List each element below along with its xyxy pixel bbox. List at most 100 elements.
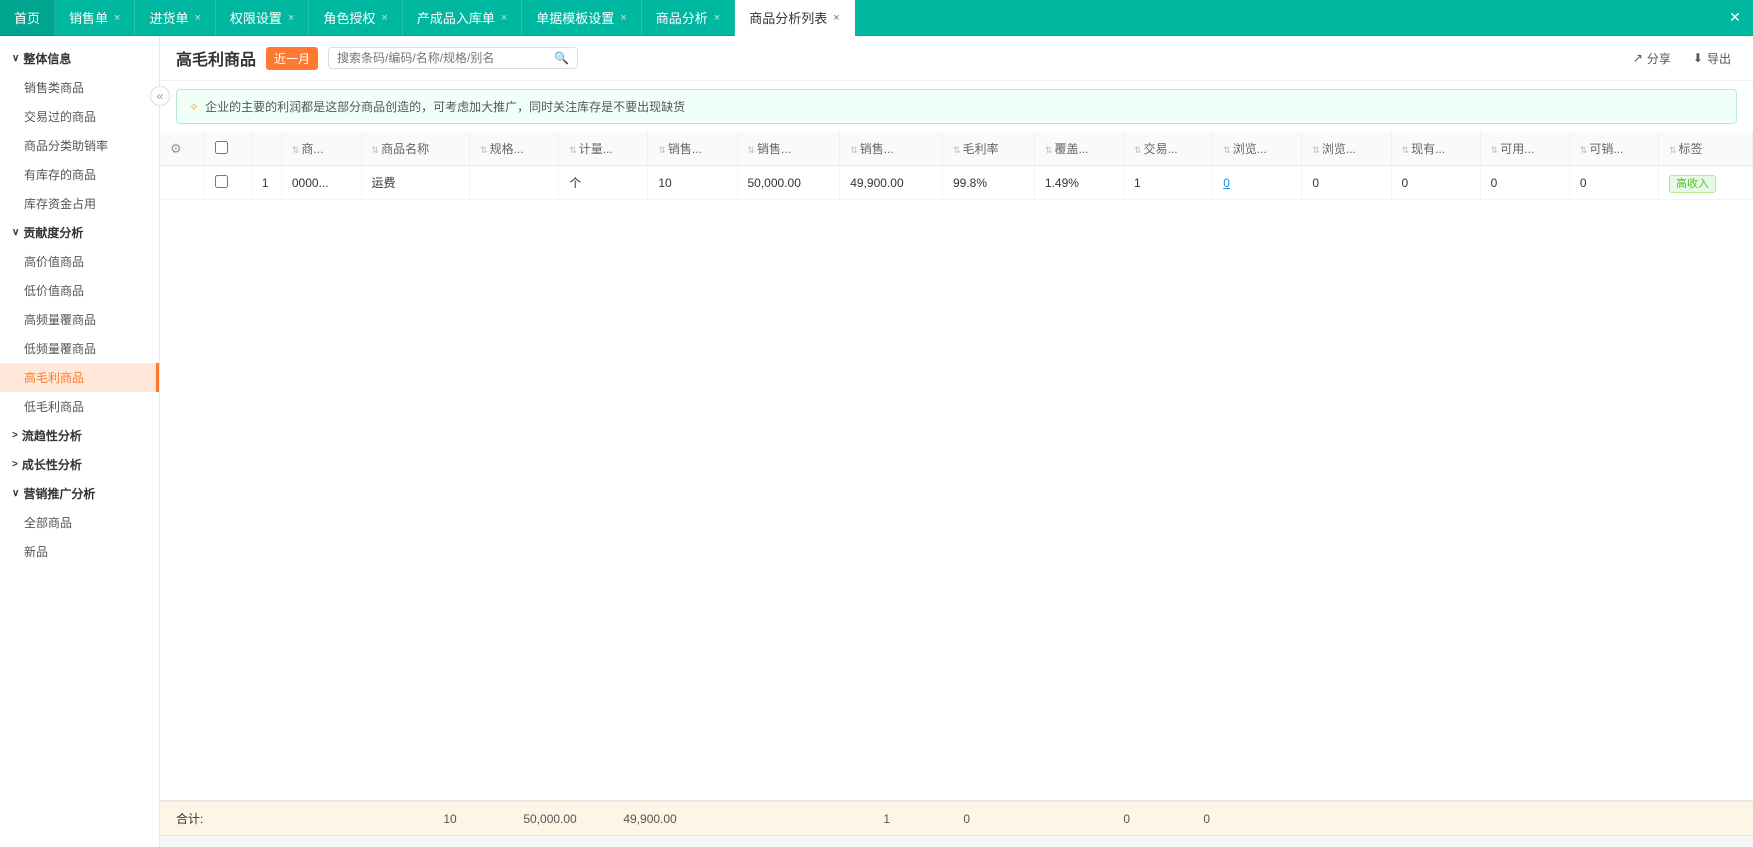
period-button[interactable]: 近一月 [266, 47, 318, 70]
cell-link-browse-count1[interactable]: 0 [1223, 176, 1230, 190]
sidebar-collapse-button[interactable]: « [150, 86, 170, 106]
export-button[interactable]: ⬇ 导出 [1687, 47, 1737, 70]
group-arrow-marketing-analysis: ∨ [12, 488, 19, 499]
nav-item-sales-order[interactable]: 销售单× [55, 0, 135, 36]
table-settings-icon[interactable]: ⚙ [170, 141, 182, 156]
sidebar-item-sales-products[interactable]: 销售类商品 [0, 73, 159, 102]
sidebar-group-marketing-analysis[interactable]: ∨ 营销推广分析 [0, 479, 159, 508]
col-header-product-name: ⇅商品名称 [361, 132, 469, 166]
group-arrow-trend-analysis: > [12, 430, 18, 441]
nav-close-order-template[interactable]: × [620, 12, 626, 24]
sidebar-item-product-classification[interactable]: 商品分类助销率 [0, 131, 159, 160]
col-label-available-stock: 可用... [1500, 142, 1534, 156]
nav-close-sales-order[interactable]: × [114, 12, 120, 24]
group-label-marketing-analysis: 营销推广分析 [23, 485, 95, 502]
cell-trade-count: 1 [1124, 166, 1213, 200]
tag-badge: 高收入 [1669, 175, 1716, 193]
col-header-browse-count1: ⇅浏览... [1213, 132, 1302, 166]
nav-item-product-analysis[interactable]: 商品分析× [642, 0, 735, 36]
share-button[interactable]: ↗ 分享 [1627, 47, 1677, 70]
sidebar-item-high-margin[interactable]: 高毛利商品 [0, 363, 159, 392]
cell-tag[interactable]: 高收入 [1658, 166, 1752, 200]
nav-close-purchase-order[interactable]: × [194, 12, 200, 24]
col-header-sales-amount: ⇅销售... [737, 132, 840, 166]
share-icon: ↗ [1633, 51, 1643, 65]
main-layout: ∨整体信息销售类商品交易过的商品商品分类助销率有库存的商品库存资金占用∨贡献度分… [0, 36, 1753, 847]
cell-checkbox-cell[interactable] [204, 166, 251, 200]
sidebar-item-traded-products[interactable]: 交易过的商品 [0, 102, 159, 131]
cell-browse-count2: 0 [1302, 166, 1391, 200]
info-icon: ✧ [189, 100, 199, 114]
nav-close-product-warehouse[interactable]: × [501, 12, 507, 24]
col-label-browse-count2: 浏览... [1322, 142, 1356, 156]
group-arrow-overall: ∨ [12, 53, 19, 64]
col-header-tag: ⇅标签 [1658, 132, 1752, 166]
sidebar-group-trend-analysis[interactable]: > 流趋性分析 [0, 421, 159, 450]
nav-item-permission-settings[interactable]: 权限设置× [216, 0, 309, 36]
group-arrow-wealth-analysis: ∨ [12, 227, 19, 238]
info-banner: ✧ 企业的主要的利润都是这部分商品创造的，可考虑加大推广，同时关注库存是不要出现… [176, 89, 1737, 124]
col-label-spec: 规格... [490, 142, 524, 156]
sort-icon-sales-cost: ⇅ [850, 145, 858, 155]
product-table: ⚙⇅商...⇅商品名称⇅规格...⇅计量...⇅销售...⇅销售...⇅销售..… [160, 132, 1753, 200]
sort-icon-trade-count: ⇅ [1134, 145, 1142, 155]
sort-icon-gross-margin-rate: ⇅ [953, 145, 961, 155]
sidebar: ∨整体信息销售类商品交易过的商品商品分类助销率有库存的商品库存资金占用∨贡献度分… [0, 36, 160, 847]
col-header-settings[interactable]: ⚙ [160, 132, 204, 166]
cell-spec [470, 166, 559, 200]
col-label-current-stock: 现有... [1411, 142, 1445, 156]
col-label-sales-cost: 销售... [860, 142, 894, 156]
sidebar-item-new-products[interactable]: 新品 [0, 537, 159, 566]
sum-label: 合计: [176, 810, 203, 827]
cell-gross-margin-rate: 99.8% [942, 166, 1034, 200]
nav-item-product-warehouse[interactable]: 产成品入库单× [403, 0, 522, 36]
nav-close-product-analysis-list[interactable]: × [833, 12, 839, 24]
col-header-checkbox [204, 132, 251, 166]
sidebar-item-inventory-products[interactable]: 有库存的商品 [0, 160, 159, 189]
sidebar-item-all-products[interactable]: 全部商品 [0, 508, 159, 537]
col-header-unit: ⇅计量... [559, 132, 648, 166]
cell-browse-count1[interactable]: 0 [1213, 166, 1302, 200]
sort-icon-browse-count2: ⇅ [1312, 145, 1320, 155]
nav-close-permission-settings[interactable]: × [288, 12, 294, 24]
col-header-sellable-stock: ⇅可销... [1569, 132, 1658, 166]
nav-close-product-analysis[interactable]: × [714, 12, 720, 24]
export-icon: ⬇ [1693, 51, 1703, 65]
nav-close-role-permission[interactable]: × [381, 12, 387, 24]
col-label-trade-count: 交易... [1144, 142, 1178, 156]
sidebar-item-high-value[interactable]: 高价值商品 [0, 247, 159, 276]
col-label-tag: 标签 [1679, 142, 1703, 156]
sidebar-group-wealth-analysis[interactable]: ∨贡献度分析 [0, 218, 159, 247]
select-all-checkbox[interactable] [215, 141, 228, 154]
nav-item-order-template[interactable]: 单据模板设置× [522, 0, 641, 36]
nav-item-home[interactable]: 首页 [0, 0, 55, 36]
content-header: 高毛利商品 近一月 🔍 ↗ 分享 ⬇ 导出 [160, 36, 1753, 81]
sidebar-item-inventory-capital[interactable]: 库存资金占用 [0, 189, 159, 218]
sidebar-item-low-frequency[interactable]: 低频量覆商品 [0, 334, 159, 363]
top-navigation: 首页销售单×进货单×权限设置×角色授权×产成品入库单×单据模板设置×商品分析×商… [0, 0, 1753, 36]
cell-sellable-stock: 0 [1569, 166, 1658, 200]
nav-item-purchase-order[interactable]: 进货单× [135, 0, 215, 36]
sidebar-group-overall[interactable]: ∨整体信息 [0, 44, 159, 73]
group-label-growth-analysis: 成长性分析 [22, 456, 82, 473]
search-input[interactable] [337, 51, 554, 65]
col-header-trade-count: ⇅交易... [1124, 132, 1213, 166]
horizontal-scrollbar[interactable] [160, 835, 1753, 847]
close-all-tabs[interactable]: ✕ [1717, 0, 1753, 36]
col-label-coverage: 覆盖... [1054, 142, 1088, 156]
sort-icon-product-name: ⇅ [372, 145, 380, 155]
sidebar-item-high-frequency[interactable]: 高频量覆商品 [0, 305, 159, 334]
row-checkbox[interactable] [215, 175, 228, 188]
group-label-trend-analysis: 流趋性分析 [22, 427, 82, 444]
sidebar-group-growth-analysis[interactable]: >成长性分析 [0, 450, 159, 479]
footer-trade-count: 1 [883, 812, 963, 826]
nav-item-role-permission[interactable]: 角色授权× [309, 0, 402, 36]
cell-sales-qty: 10 [648, 166, 737, 200]
table-row: 10000...运费个1050,000.0049,900.0099.8%1.49… [160, 166, 1753, 200]
sidebar-item-low-margin[interactable]: 低毛利商品 [0, 392, 159, 421]
sidebar-item-low-value[interactable]: 低价值商品 [0, 276, 159, 305]
search-icon[interactable]: 🔍 [554, 51, 569, 65]
footer-sellable-stock: 0 [1203, 812, 1283, 826]
col-header-browse-count2: ⇅浏览... [1302, 132, 1391, 166]
nav-item-product-analysis-list[interactable]: 商品分析列表× [735, 0, 854, 36]
